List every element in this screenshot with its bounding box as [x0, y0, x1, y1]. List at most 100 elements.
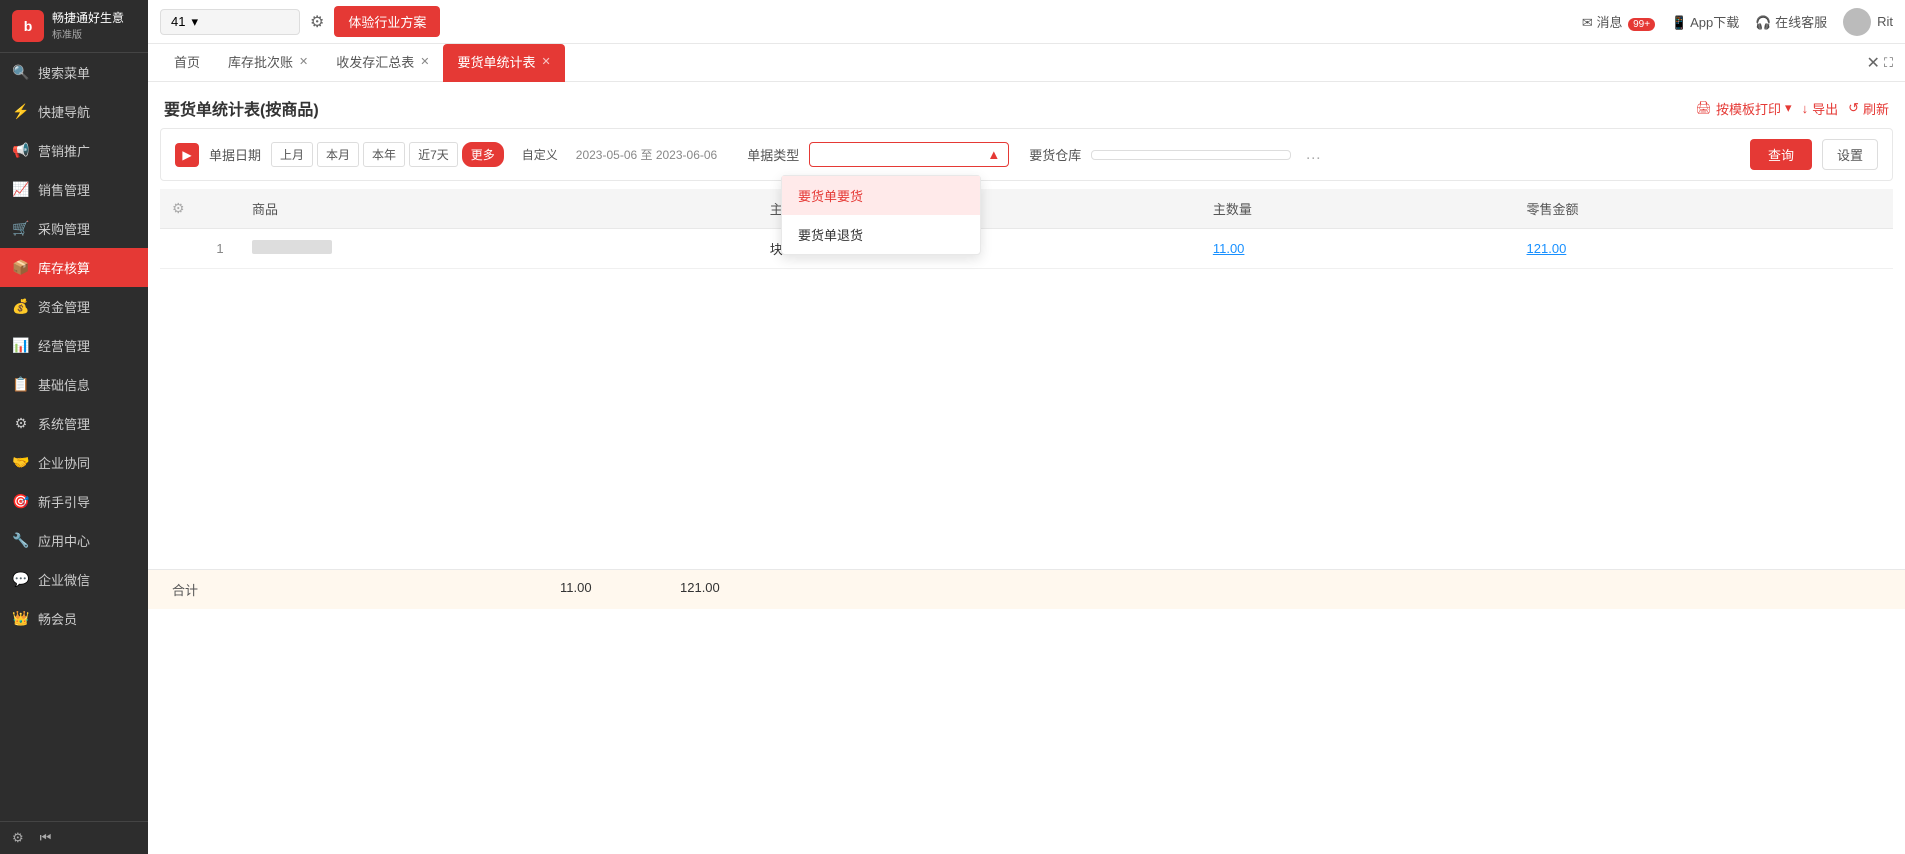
collapse-icon[interactable]: ⏮	[40, 830, 52, 846]
tab-summary-label: 收发存汇总表	[336, 52, 414, 71]
logo-icon: b	[12, 10, 44, 42]
tab-order-stats[interactable]: 要货单统计表 ✕	[443, 44, 564, 82]
this-month-btn[interactable]: 本月	[317, 142, 359, 167]
chart-icon: 📈	[12, 181, 30, 198]
column-settings-icon[interactable]: ⚙	[172, 200, 185, 216]
expand-tabs-btn[interactable]: ⛶	[1884, 55, 1893, 71]
refresh-btn[interactable]: ↺ 刷新	[1848, 99, 1889, 118]
username-label: Rit	[1877, 14, 1893, 29]
settings-gear-icon[interactable]: ⚙	[310, 12, 324, 32]
sidebar-item-label: 销售管理	[38, 180, 90, 199]
flash-icon: ⚡	[12, 103, 30, 120]
custom-date-btn[interactable]: 自定义	[514, 143, 566, 166]
sidebar-item-appcenter[interactable]: 🔧 应用中心	[0, 521, 148, 560]
tab-summary-close[interactable]: ✕	[420, 55, 429, 68]
tools-icon: 🔧	[12, 532, 30, 549]
dropdown-option-0[interactable]: 要货单要货	[782, 176, 980, 215]
more-dates-btn[interactable]: 更多	[462, 142, 504, 167]
crown-icon: 👑	[12, 610, 30, 627]
warehouse-filter-label: 要货仓库	[1029, 145, 1081, 164]
dropdown-option-1[interactable]: 要货单退货	[782, 215, 980, 254]
query-button[interactable]: 查询	[1750, 139, 1812, 170]
date-label: 单据日期	[209, 145, 261, 164]
tab-summary[interactable]: 收发存汇总表 ✕	[322, 44, 443, 82]
company-name: 41	[171, 14, 185, 29]
row-qty-cell[interactable]: 11.00	[1201, 229, 1515, 269]
close-all-tabs-btn[interactable]: ✕	[1866, 53, 1879, 73]
avatar	[1843, 8, 1871, 36]
sidebar-item-search[interactable]: 🔍 搜索菜单	[0, 53, 148, 92]
last-month-btn[interactable]: 上月	[271, 142, 313, 167]
online-service-label: 在线客服	[1775, 15, 1827, 30]
tab-home-label: 首页	[174, 52, 200, 71]
footer-label-text: 合计	[172, 583, 198, 598]
sidebar-item-marketing[interactable]: 📢 营销推广	[0, 131, 148, 170]
this-year-btn[interactable]: 本年	[363, 142, 405, 167]
row-num-cell: 1	[200, 229, 240, 269]
sidebar: b 畅捷通好生意 标准版 🔍 搜索菜单 ⚡ 快捷导航 📢 营销推广 📈 销售管理…	[0, 0, 148, 854]
sidebar-item-system[interactable]: ⚙ 系统管理	[0, 404, 148, 443]
sidebar-item-purchase[interactable]: 🛒 采购管理	[0, 209, 148, 248]
sidebar-menu: 🔍 搜索菜单 ⚡ 快捷导航 📢 营销推广 📈 销售管理 🛒 采购管理 📦 库存核…	[0, 53, 148, 821]
col-goods-header: 商品	[240, 189, 758, 229]
headset-icon: 🎧	[1755, 15, 1771, 30]
sidebar-item-operations[interactable]: 📊 经营管理	[0, 326, 148, 365]
sidebar-item-inventory[interactable]: 📦 库存核算	[0, 248, 148, 287]
footer-label: 合计	[160, 580, 360, 599]
sidebar-item-label: 新手引导	[38, 492, 90, 511]
company-selector[interactable]: 41 ▾	[160, 9, 300, 35]
user-menu[interactable]: Rit	[1843, 8, 1893, 36]
footer-qty: 11.00	[560, 580, 680, 599]
topbar-right: ✉ 消息 99+ 📱 App下载 🎧 在线客服 Rit	[1582, 8, 1893, 36]
main-area: 41 ▾ ⚙ 体验行业方案 ✉ 消息 99+ 📱 App下载 🎧 在线客服 Ri…	[148, 0, 1905, 854]
filter-expand-btn[interactable]: ▶	[175, 143, 199, 167]
filter-settings-button[interactable]: 设置	[1822, 139, 1878, 170]
messages-badge: 99+	[1628, 18, 1655, 31]
last-7-days-btn[interactable]: 近7天	[409, 142, 458, 167]
messages-btn[interactable]: ✉ 消息 99+	[1582, 12, 1655, 31]
warehouse-filter-input[interactable]	[1091, 150, 1291, 160]
sidebar-item-sales[interactable]: 📈 销售管理	[0, 170, 148, 209]
footer-amount: 121.00	[680, 580, 800, 599]
data-table: ⚙ 商品 主计量单位 主数量 零售金额 1	[160, 189, 1893, 269]
tab-batch-account[interactable]: 库存批次账 ✕	[214, 44, 322, 82]
app-download-btn[interactable]: 📱 App下载	[1671, 12, 1739, 31]
sidebar-item-label: 企业协同	[38, 453, 90, 472]
print-btn[interactable]: 🖨 按模板打印 ▾	[1696, 99, 1792, 118]
sidebar-item-quicknav[interactable]: ⚡ 快捷导航	[0, 92, 148, 131]
sidebar-item-wechat[interactable]: 💬 企业微信	[0, 560, 148, 599]
sidebar-logo: b 畅捷通好生意 标准版	[0, 0, 148, 53]
sidebar-item-label: 企业微信	[38, 570, 90, 589]
tab-batch-close[interactable]: ✕	[299, 55, 308, 68]
online-service-btn[interactable]: 🎧 在线客服	[1755, 12, 1827, 31]
sidebar-item-label: 经营管理	[38, 336, 90, 355]
sidebar-item-member[interactable]: 👑 畅会员	[0, 599, 148, 638]
sidebar-item-finance[interactable]: 💰 资金管理	[0, 287, 148, 326]
row-goods-cell	[240, 229, 758, 269]
export-btn[interactable]: ↓ 导出	[1802, 99, 1839, 118]
sidebar-item-guide[interactable]: 🎯 新手引导	[0, 482, 148, 521]
tab-order-stats-close[interactable]: ✕	[542, 55, 551, 68]
sidebar-item-collab[interactable]: 🤝 企业协同	[0, 443, 148, 482]
settings-icon[interactable]: ⚙	[12, 830, 24, 846]
type-filter-dropdown[interactable]: ▲	[809, 142, 1009, 167]
box-icon: 📦	[12, 259, 30, 276]
date-range-display: 2023-05-06 至 2023-06-06	[576, 146, 717, 163]
tab-batch-label: 库存批次账	[228, 52, 293, 71]
message-icon: ✉	[1582, 15, 1593, 30]
trial-button[interactable]: 体验行业方案	[334, 6, 440, 37]
logo-sub: 标准版	[52, 26, 124, 41]
date-buttons: 上月 本月 本年 近7天 更多	[271, 142, 504, 167]
sidebar-item-basics[interactable]: 📋 基础信息	[0, 365, 148, 404]
type-filter-label: 单据类型	[747, 145, 799, 164]
sidebar-item-label: 快捷导航	[38, 102, 90, 121]
row-settings-cell	[160, 229, 200, 269]
table-footer: 合计 11.00 121.00	[148, 569, 1905, 609]
chevron-up-icon: ▲	[987, 147, 1000, 162]
tab-home[interactable]: 首页	[160, 44, 214, 82]
filter-more-icon[interactable]: …	[1305, 146, 1321, 164]
sidebar-item-label: 应用中心	[38, 531, 90, 550]
app-download-label: App下载	[1690, 15, 1739, 30]
row-amount-cell[interactable]: 121.00	[1515, 229, 1893, 269]
page-actions: 🖨 按模板打印 ▾ ↓ 导出 ↺ 刷新	[1696, 99, 1890, 118]
